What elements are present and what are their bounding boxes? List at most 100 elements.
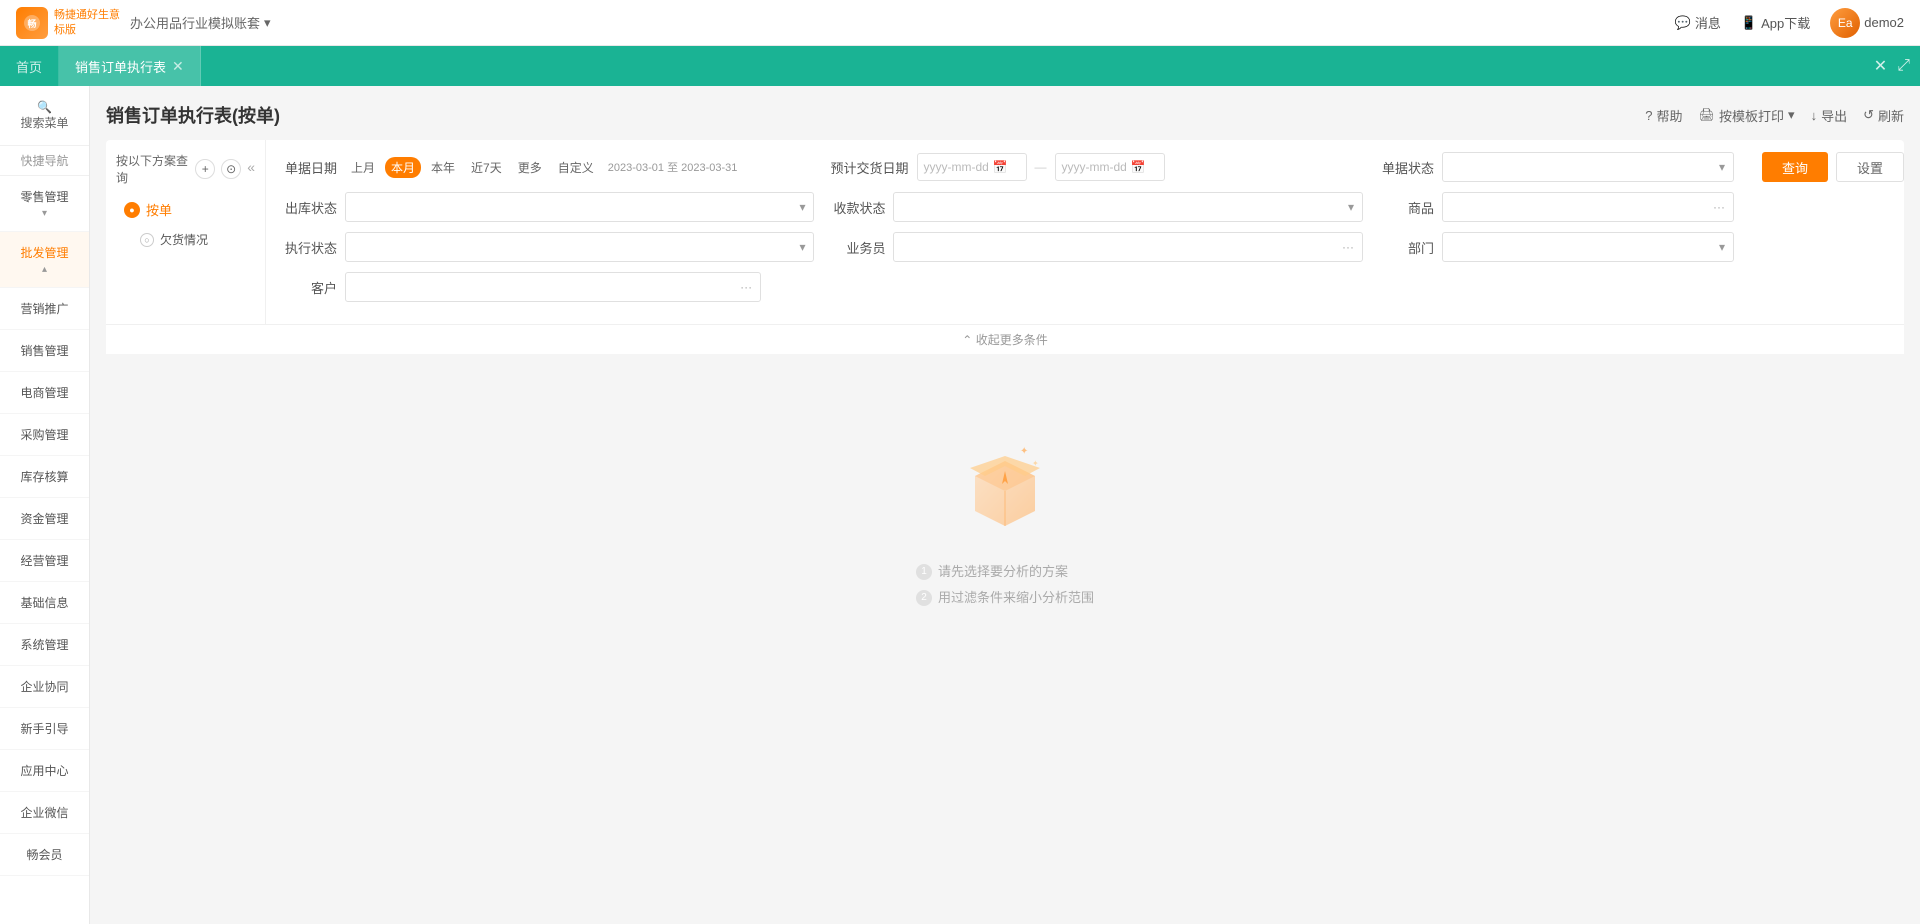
exec-status-label: 执行状态 [282,238,337,257]
sidebar-item-ecommerce[interactable]: 电商管理 [0,372,89,414]
user-profile[interactable]: Ea demo2 [1830,8,1904,38]
payment-status-group: 收款状态 ▾ [830,192,1362,222]
avatar: Ea [1830,8,1860,38]
sidebar-item-app-center[interactable]: 应用中心 [0,750,89,792]
stock-status-chevron-icon: ▾ [799,200,805,214]
filter-row-3: 执行状态 ▾ 业务员 ··· [282,232,1734,262]
settings-button[interactable]: 设置 [1836,152,1904,182]
date-tab-this-month[interactable]: 本月 [385,157,421,178]
goods-group: 商品 ··· [1379,192,1734,222]
dept-label: 部门 [1379,238,1434,257]
date-label: 单据日期 [282,158,337,177]
retail-label: 零售管理 [20,188,68,205]
sidebar-item-purchase[interactable]: 采购管理 [0,414,89,456]
scheme-add-button[interactable]: + [195,159,215,179]
query-button[interactable]: 查询 [1762,152,1828,182]
export-button[interactable]: ↓ 导出 [1811,106,1848,125]
sidebar-item-finance[interactable]: 资金管理 [0,498,89,540]
sidebar-quick-nav[interactable]: 快捷导航 [0,146,89,176]
date-separator: — [1035,160,1047,174]
page-title-actions: ? 帮助 🖨 按模板打印 ▾ ↓ 导出 ↺ 刷新 [1645,106,1904,125]
sidebar-item-basic-info[interactable]: 基础信息 [0,582,89,624]
scheme-sub-dot: ○ [140,233,154,247]
sidebar-item-vip[interactable]: 畅会员 [0,834,89,876]
tab-home-label: 首页 [16,57,42,76]
customer-more-icon: ··· [740,280,752,294]
empty-tip-1: 1 请先选择要分析的方案 [916,559,1094,585]
stock-status-select[interactable]: ▾ [345,192,814,222]
tab-sales-order[interactable]: 销售订单执行表 ✕ [59,46,201,86]
sidebar-item-inventory[interactable]: 库存核算 [0,456,89,498]
date-tab-7days[interactable]: 近7天 [465,157,508,178]
tab-close-all-icon[interactable]: ✕ [1874,56,1887,76]
refresh-icon: ↺ [1863,107,1874,123]
predicted-date-to[interactable]: yyyy-mm-dd 📅 [1055,153,1165,181]
stock-status-label: 出库状态 [282,198,337,217]
order-status-select[interactable]: ▾ [1442,152,1734,182]
goods-input[interactable]: ··· [1442,192,1734,222]
empty-tip-2: 2 用过滤条件来缩小分析范围 [916,585,1094,611]
refresh-button[interactable]: ↺ 刷新 [1863,106,1904,125]
date-tab-last-month[interactable]: 上月 [345,157,381,178]
svg-text:✦: ✦ [1032,459,1039,468]
sidebar-item-marketing[interactable]: 营销推广 [0,288,89,330]
filter-panel: 按以下方案查询 + ⊙ « [106,140,1904,354]
empty-tips: 1 请先选择要分析的方案 2 用过滤条件来缩小分析范围 [916,559,1094,611]
goods-more-icon: ··· [1713,200,1725,214]
workspace-chevron-icon: ▾ [264,15,271,31]
scheme-item-by-order[interactable]: ● 按单 [116,194,255,225]
sidebar-item-wholesale[interactable]: 批发管理 ▴ [0,232,89,288]
customer-label: 客户 [282,278,337,297]
dept-chevron-icon: ▾ [1719,240,1725,254]
search-menu-button[interactable]: 🔍 搜索菜单 [8,96,81,135]
tab-bar: 首页 销售订单执行表 ✕ ✕ ⤢ [0,46,1920,86]
sidebar-item-onboarding[interactable]: 新手引导 [0,708,89,750]
predicted-date-from[interactable]: yyyy-mm-dd 📅 [917,153,1027,181]
date-tab-custom[interactable]: 自定义 [552,157,600,178]
content-area: 销售订单执行表(按单) ? 帮助 🖨 按模板打印 ▾ ↓ 导出 [90,86,1920,924]
exec-chevron-icon: ▾ [799,240,805,254]
scheme-edit-button[interactable]: ⊙ [221,159,241,179]
payment-status-select[interactable]: ▾ [893,192,1362,222]
sidebar-item-sales[interactable]: 销售管理 [0,330,89,372]
date-tab-more[interactable]: 更多 [512,157,548,178]
sidebar-item-enterprise-collab[interactable]: 企业协同 [0,666,89,708]
sidebar-item-retail[interactable]: 零售管理 ▾ [0,176,89,232]
payment-chevron-icon: ▾ [1348,200,1354,214]
tab-expand-icon[interactable]: ⤢ [1897,57,1910,75]
app-download-button[interactable]: 📱 App下载 [1741,13,1810,32]
date-tab-this-year[interactable]: 本年 [425,157,461,178]
customer-group: 客户 ··· [282,272,761,302]
sidebar-item-operations[interactable]: 经营管理 [0,540,89,582]
scheme-panel-header: 按以下方案查询 + ⊙ « [116,152,255,186]
sidebar-item-wechat[interactable]: 企业微信 [0,792,89,834]
exec-status-select[interactable]: ▾ [345,232,814,262]
workspace-name: 办公用品行业模拟账套 [130,13,260,32]
workspace-selector[interactable]: 办公用品行业模拟账套 ▾ [130,13,271,32]
order-status-chevron-icon: ▾ [1719,160,1725,174]
scheme-item-shortage[interactable]: ○ 欠货情况 [116,225,255,254]
collapse-bar[interactable]: ⌃ 收起更多条件 [106,324,1904,354]
message-icon: 💬 [1675,15,1691,31]
sidebar-item-system[interactable]: 系统管理 [0,624,89,666]
page-content: 销售订单执行表(按单) ? 帮助 🖨 按模板打印 ▾ ↓ 导出 [90,86,1920,924]
salesperson-input[interactable]: ··· [893,232,1362,262]
goods-label: 商品 [1379,198,1434,217]
salesperson-more-icon: ··· [1342,240,1354,254]
download-icon: 📱 [1741,15,1757,31]
customer-input[interactable]: ··· [345,272,761,302]
message-button[interactable]: 💬 消息 [1675,13,1721,32]
tab-close-icon[interactable]: ✕ [172,59,184,73]
top-header: 畅 畅捷通好生意 标版 办公用品行业模拟账套 ▾ 💬 消息 📱 App下载 Ea… [0,0,1920,46]
print-icon: 🖨 [1699,107,1716,123]
tip-num-1: 1 [916,564,932,580]
help-button[interactable]: ? 帮助 [1645,106,1682,125]
order-status-label: 单据状态 [1379,158,1434,177]
scheme-collapse-button[interactable]: « [247,159,255,179]
tab-home[interactable]: 首页 [0,46,59,86]
print-button[interactable]: 🖨 按模板打印 ▾ [1699,106,1795,125]
page-title: 销售订单执行表(按单) [106,102,280,128]
dept-select[interactable]: ▾ [1442,232,1734,262]
predicted-date-group: 预计交货日期 yyyy-mm-dd 📅 — yyyy-mm-dd 📅 [830,153,1362,181]
action-buttons: 查询 设置 [1750,140,1904,324]
